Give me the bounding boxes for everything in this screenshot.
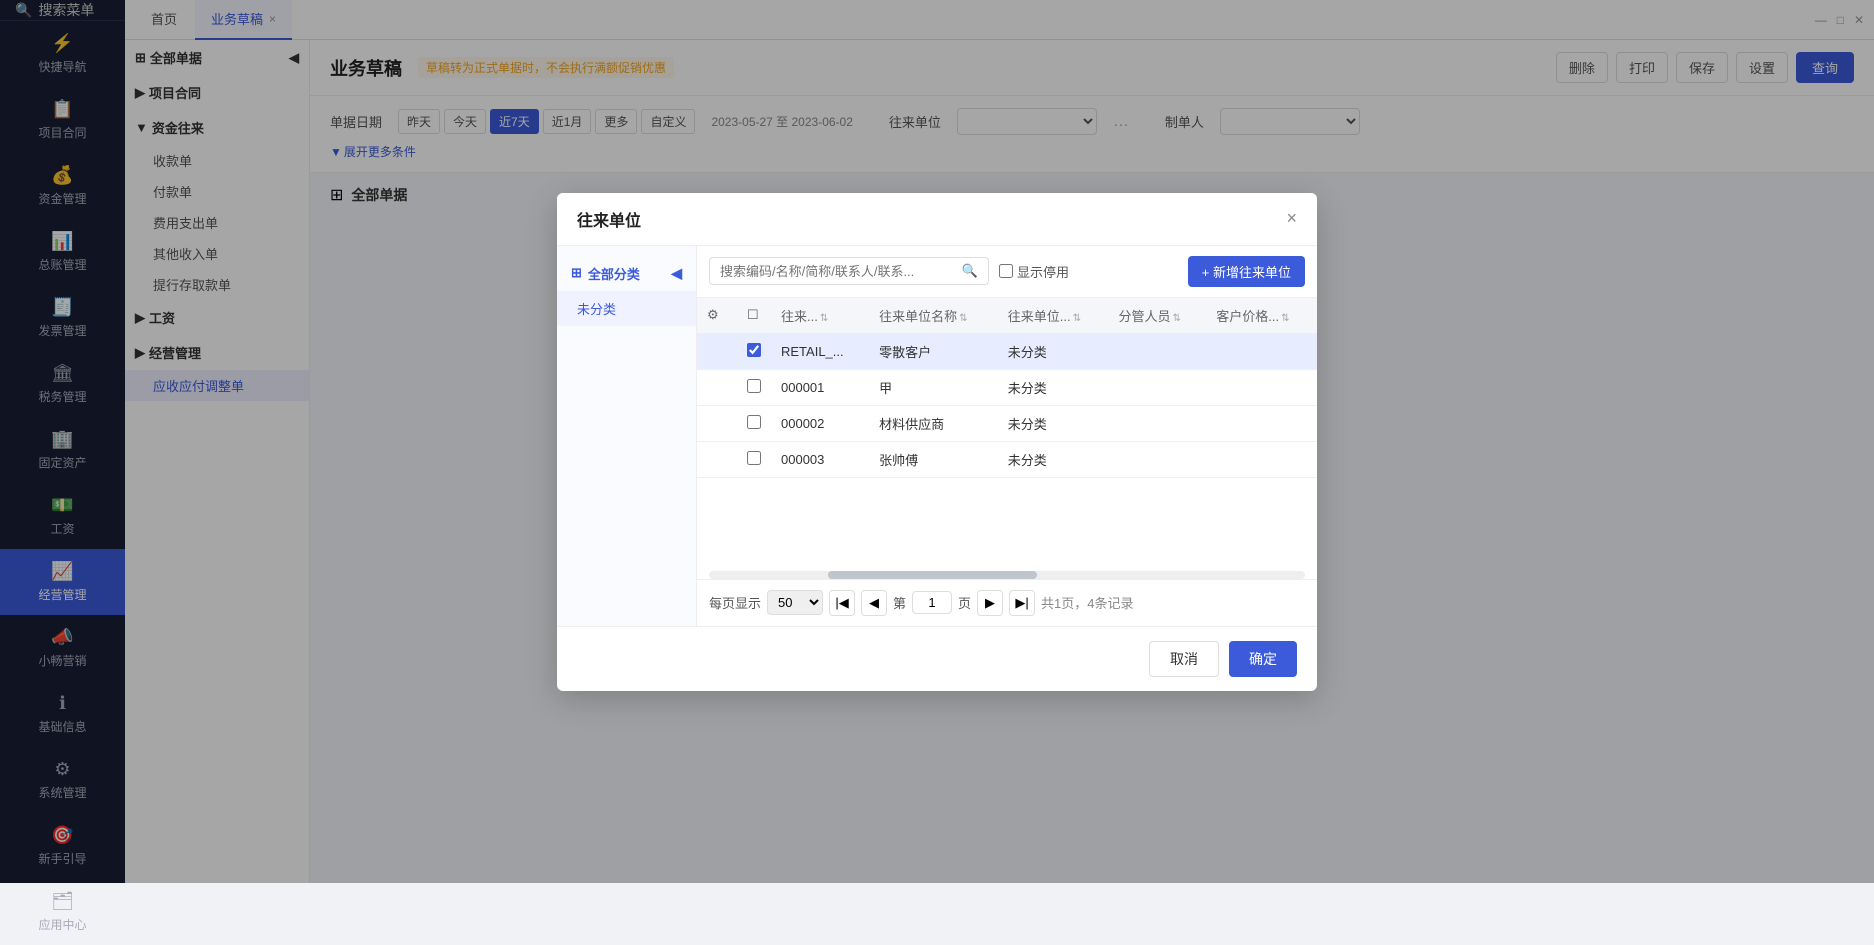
th-code[interactable]: 往来...⇅ [771,298,869,334]
page-input[interactable] [912,591,952,614]
panel-collapse-icon[interactable]: ◀ [671,265,682,282]
modal-table: ⚙ ☐ 往来...⇅ 往来单位名称⇅ 往来单位...⇅ 分管人员⇅ 客户价格..… [697,298,1317,478]
row-num: 000003 [771,441,869,477]
pagination: 每页显示 50 100 200 |◀ ◀ 第 页 ▶ ▶| 共1页，4条记录 [697,579,1317,626]
table-row[interactable]: 000003 张帅傅 未分类 [697,441,1317,477]
row-num: RETAIL_... [771,333,869,369]
modal-footer: 取消 确定 [557,626,1317,691]
per-page-label: 每页显示 [709,593,761,612]
row-price [1206,405,1317,441]
category-unclassified[interactable]: 未分类 [557,291,696,326]
page-total: 共1页，4条记录 [1041,593,1133,612]
row-settings [697,405,737,441]
row-checkbox[interactable] [737,333,771,369]
row-settings [697,441,737,477]
first-page-button[interactable]: |◀ [829,590,855,616]
appcenter-icon: 🗂 [51,891,74,912]
sidebar-item-appcenter[interactable]: 🗂 应用中心 [0,879,125,945]
modal-close-button[interactable]: × [1286,208,1297,229]
search-icon2: 🔍 [962,263,978,279]
row-check-4[interactable] [747,451,761,465]
confirm-button[interactable]: 确定 [1229,641,1297,677]
row-name: 张帅傅 [869,441,998,477]
th-name[interactable]: 往来单位名称⇅ [869,298,998,334]
row-manager [1108,405,1206,441]
row-checkbox[interactable] [737,369,771,405]
row-category: 未分类 [998,369,1109,405]
row-manager [1108,369,1206,405]
th-category[interactable]: 往来单位...⇅ [998,298,1109,334]
search-box: 🔍 [709,257,989,285]
all-category-item[interactable]: ⊞ 全部分类 ◀ [557,256,696,291]
table-row[interactable]: 000001 甲 未分类 [697,369,1317,405]
row-manager [1108,333,1206,369]
row-price [1206,441,1317,477]
table-row[interactable]: 000002 材料供应商 未分类 [697,405,1317,441]
prev-page-button[interactable]: ◀ [861,590,887,616]
scroll-thumb[interactable] [828,571,1037,579]
table-row[interactable]: RETAIL_... 零散客户 未分类 [697,333,1317,369]
table-scroll-area: ⚙ ☐ 往来...⇅ 往来单位名称⇅ 往来单位...⇅ 分管人员⇅ 客户价格..… [697,298,1317,571]
horizontal-scrollbar[interactable] [709,571,1305,579]
modal-dialog: 往来单位 × ⊞ 全部分类 ◀ 未分类 🔍 显示停用 [557,193,1317,691]
category-panel: ⊞ 全部分类 ◀ 未分类 [557,246,697,626]
row-category: 未分类 [998,405,1109,441]
modal-toolbar: 🔍 显示停用 + 新增往来单位 [697,246,1317,298]
grid-icon3: ⊞ [571,265,582,281]
modal-header: 往来单位 × [557,193,1317,246]
row-checkbox[interactable] [737,441,771,477]
last-page-button[interactable]: ▶| [1009,590,1035,616]
row-price [1206,333,1317,369]
cancel-button[interactable]: 取消 [1149,641,1219,677]
row-settings [697,369,737,405]
show-disabled-checkbox[interactable] [999,264,1013,278]
modal-title: 往来单位 [577,207,641,231]
show-disabled-label[interactable]: 显示停用 [999,262,1069,281]
row-category: 未分类 [998,333,1109,369]
th-settings: ⚙ [697,298,737,334]
th-checkbox: ☐ [737,298,771,334]
row-manager [1108,441,1206,477]
row-check-3[interactable] [747,415,761,429]
row-num: 000002 [771,405,869,441]
page-num-label: 第 [893,593,906,612]
row-category: 未分类 [998,441,1109,477]
add-unit-button[interactable]: + 新增往来单位 [1188,256,1305,287]
page-unit: 页 [958,593,971,612]
row-num: 000001 [771,369,869,405]
row-name: 零散客户 [869,333,998,369]
row-checkbox[interactable] [737,405,771,441]
row-name: 材料供应商 [869,405,998,441]
row-check-1[interactable] [747,343,761,357]
row-settings [697,333,737,369]
modal-body: ⊞ 全部分类 ◀ 未分类 🔍 显示停用 + 新增往来单位 [557,246,1317,626]
th-manager[interactable]: 分管人员⇅ [1108,298,1206,334]
row-price [1206,369,1317,405]
table-header-row: ⚙ ☐ 往来...⇅ 往来单位名称⇅ 往来单位...⇅ 分管人员⇅ 客户价格..… [697,298,1317,334]
modal-content-panel: 🔍 显示停用 + 新增往来单位 ⚙ ☐ 往来...⇅ 往来单位名称 [697,246,1317,626]
per-page-select[interactable]: 50 100 200 [767,590,823,615]
row-check-2[interactable] [747,379,761,393]
search-input[interactable] [720,264,956,279]
th-price[interactable]: 客户价格...⇅ [1206,298,1317,334]
next-page-button[interactable]: ▶ [977,590,1003,616]
row-name: 甲 [869,369,998,405]
